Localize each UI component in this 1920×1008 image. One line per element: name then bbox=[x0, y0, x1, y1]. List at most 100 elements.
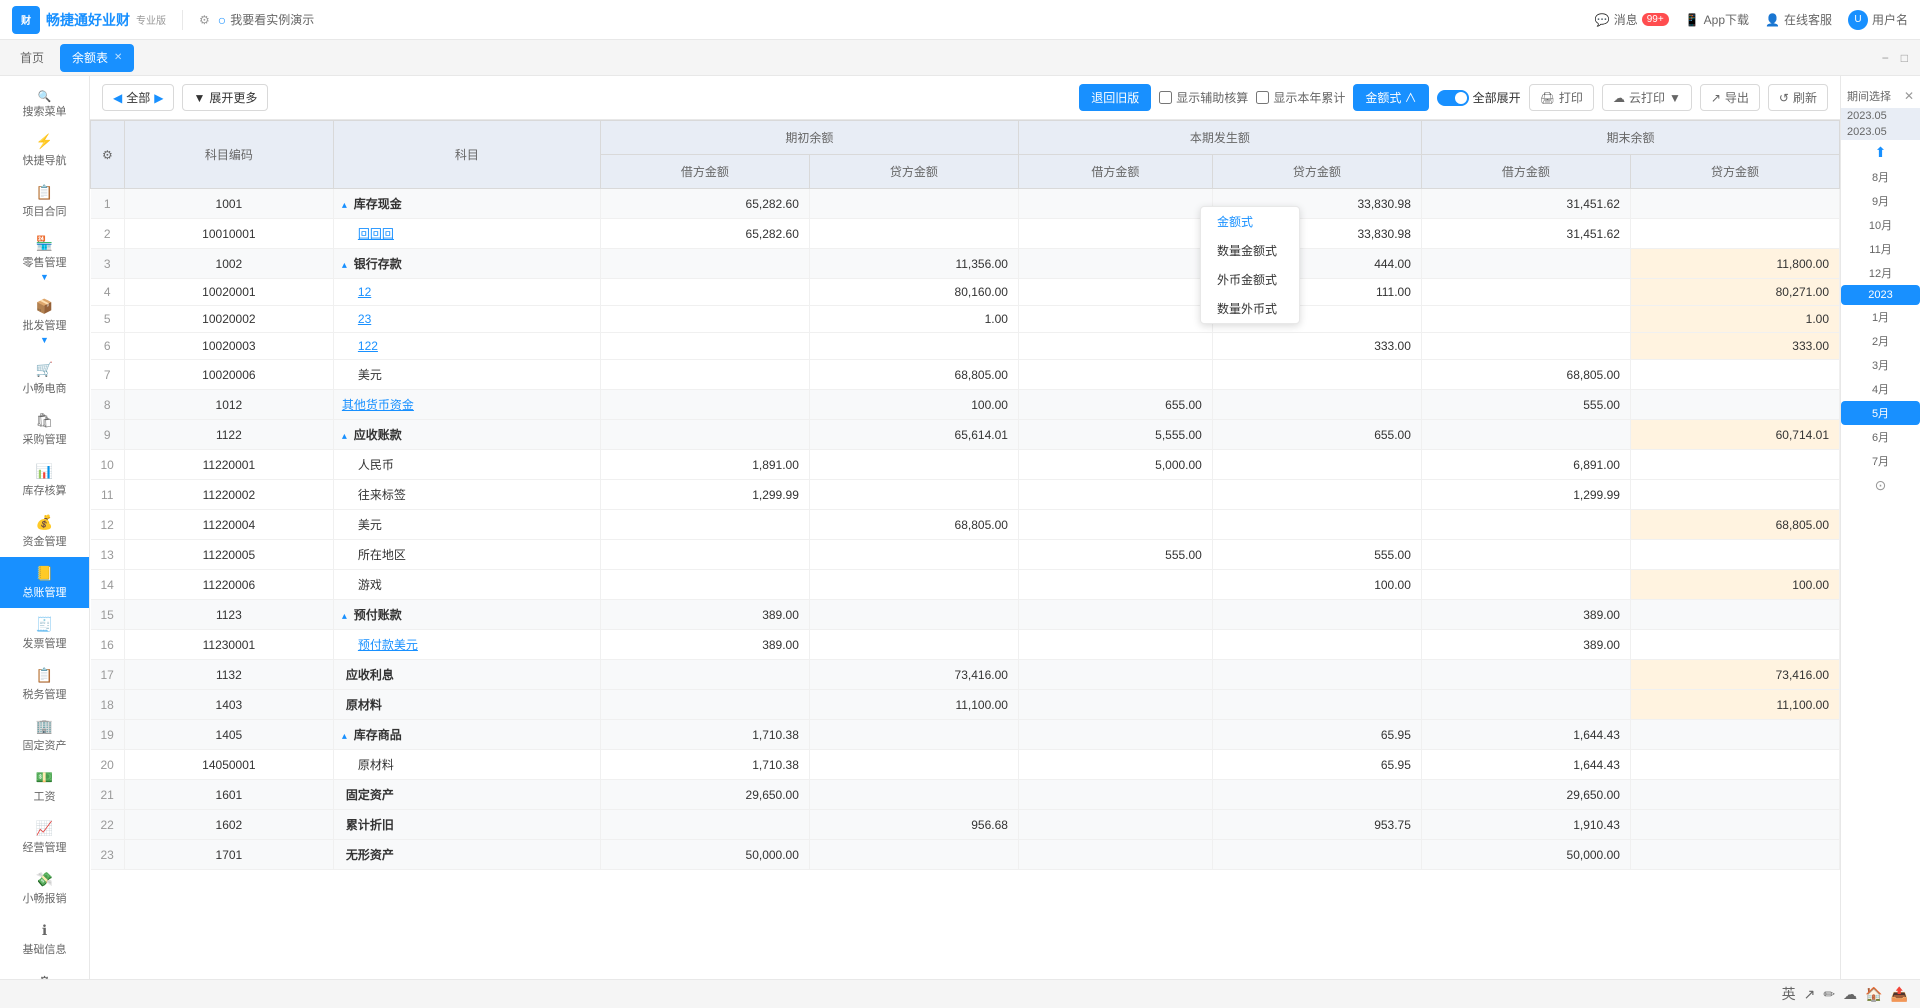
subject-name[interactable]: 122 bbox=[333, 333, 600, 360]
sidebar-item-retail[interactable]: 🏪 零售管理 ▼ bbox=[0, 227, 89, 290]
row-no: 5 bbox=[91, 306, 125, 333]
sidebar-item-basic-info[interactable]: ℹ 基础信息 bbox=[0, 914, 89, 965]
opening-credit-cell bbox=[809, 540, 1018, 570]
period-debit-cell bbox=[1018, 333, 1212, 360]
bottom-settings-icon[interactable]: ↗ bbox=[1804, 986, 1816, 1003]
dropdown-item-qty-amount[interactable]: 数量金额式 bbox=[1201, 236, 1299, 265]
subject-name: 美元 bbox=[333, 360, 600, 390]
period-debit-cell bbox=[1018, 600, 1212, 630]
subject-name[interactable]: 12 bbox=[333, 279, 600, 306]
subject-code: 10020002 bbox=[124, 306, 333, 333]
sidebar-item-label: 零售管理 bbox=[23, 254, 67, 270]
message-btn[interactable]: 💬 消息 99+ bbox=[1595, 11, 1669, 28]
bottom-share-icon[interactable]: 📤 bbox=[1891, 986, 1908, 1003]
print-btn[interactable]: 🖨 打印 bbox=[1529, 84, 1594, 111]
payroll-icon: 💵 bbox=[36, 769, 53, 786]
sidebar-item-system[interactable]: ⚙ 系统管理 bbox=[0, 965, 89, 979]
period-2023-05-first[interactable]: 2023.05 bbox=[1841, 108, 1920, 124]
sidebar-item-invoice[interactable]: 🧾 发票管理 bbox=[0, 608, 89, 659]
tab-minimize-btn[interactable]: − bbox=[1878, 47, 1893, 69]
table-row: 1611230001预付款美元389.00389.00 bbox=[91, 630, 1840, 660]
sidebar-item-tax[interactable]: 📋 税务管理 bbox=[0, 659, 89, 710]
tab-home-label: 首页 bbox=[20, 49, 44, 66]
sidebar-item-ecommerce[interactable]: 🛒 小畅电商 bbox=[0, 353, 89, 404]
sidebar-item-label: 固定资产 bbox=[23, 737, 67, 753]
sidebar-item-expense[interactable]: 💸 小畅报销 bbox=[0, 863, 89, 914]
period-1[interactable]: 1月 bbox=[1841, 305, 1920, 329]
dropdown-item-amount[interactable]: 金额式 bbox=[1201, 207, 1299, 236]
table-row: 510020002231.001.00 bbox=[91, 306, 1840, 333]
sidebar-item-ledger[interactable]: 📒 总账管理 bbox=[0, 557, 89, 608]
sidebar-item-quick-nav[interactable]: ⚡ 快捷导航 bbox=[0, 125, 89, 176]
annual-checkbox-input[interactable] bbox=[1256, 91, 1269, 104]
table-row: 171132应收利息73,416.0073,416.00 bbox=[91, 660, 1840, 690]
settings-col-header[interactable]: ⚙ bbox=[91, 121, 125, 189]
period-2023-year[interactable]: 2023 bbox=[1841, 285, 1920, 305]
user-btn[interactable]: U 用户名 bbox=[1848, 10, 1908, 30]
period-4[interactable]: 4月 bbox=[1841, 377, 1920, 401]
dropdown-item-qty-foreign[interactable]: 数量外币式 bbox=[1201, 294, 1299, 323]
right-panel-close-btn[interactable]: ✕ bbox=[1904, 89, 1914, 103]
expand-all-toggle[interactable]: 全部展开 bbox=[1437, 89, 1521, 106]
period-debit-cell bbox=[1018, 510, 1212, 540]
sidebar-search[interactable]: 🔍 搜索菜单 bbox=[5, 84, 85, 125]
period-7[interactable]: 7月 bbox=[1841, 449, 1920, 473]
period-11[interactable]: 11月 bbox=[1841, 237, 1920, 261]
export-icon: ↗ bbox=[1711, 91, 1721, 105]
period-2[interactable]: 2月 bbox=[1841, 329, 1920, 353]
sidebar-item-inventory[interactable]: 📊 库存核算 bbox=[0, 455, 89, 506]
subject-name[interactable]: 其他货币资金 bbox=[333, 390, 600, 420]
sidebar-item-fixed-assets[interactable]: 🏢 固定资产 bbox=[0, 710, 89, 761]
return-old-version-btn[interactable]: 退回旧版 bbox=[1079, 84, 1151, 111]
auxiliary-checkbox-input[interactable] bbox=[1159, 91, 1172, 104]
sidebar-item-management[interactable]: 📈 经营管理 bbox=[0, 812, 89, 863]
invoice-icon: 🧾 bbox=[36, 616, 53, 633]
period-6[interactable]: 6月 bbox=[1841, 425, 1920, 449]
sidebar-item-wholesale[interactable]: 📦 批发管理 ▼ bbox=[0, 290, 89, 353]
period-9[interactable]: 9月 bbox=[1841, 189, 1920, 213]
tab-balance-sheet[interactable]: 余额表 ✕ bbox=[60, 44, 134, 72]
online-service-btn[interactable]: 👤 在线客服 bbox=[1765, 11, 1832, 28]
expand-btn[interactable]: ▼ 展开更多 bbox=[182, 84, 268, 111]
app-download-btn[interactable]: 📱 App下载 bbox=[1685, 11, 1749, 28]
sidebar-item-purchase[interactable]: 🛍 采购管理 bbox=[0, 404, 89, 455]
sidebar-item-project[interactable]: 📋 项目合同 bbox=[0, 176, 89, 227]
period-debit-cell bbox=[1018, 306, 1212, 333]
period-3[interactable]: 3月 bbox=[1841, 353, 1920, 377]
tab-home[interactable]: 首页 bbox=[8, 44, 56, 72]
period-2023-05-second[interactable]: 2023.05 bbox=[1841, 124, 1920, 140]
row-no: 15 bbox=[91, 600, 125, 630]
bottom-cloud-icon[interactable]: ☁ bbox=[1843, 986, 1857, 1003]
settings-btn[interactable]: ⚙ bbox=[199, 13, 210, 27]
show-annual-checkbox[interactable]: 显示本年累计 bbox=[1256, 89, 1345, 106]
subject-name[interactable]: 回回回 bbox=[333, 219, 600, 249]
toggle-switch[interactable] bbox=[1437, 90, 1469, 106]
mode-dropdown-btn[interactable]: 金额式 ∧ bbox=[1353, 84, 1428, 111]
demo-btn[interactable]: ○ 我要看实例演示 bbox=[218, 11, 314, 28]
tab-expand-btn[interactable]: □ bbox=[1897, 47, 1912, 69]
sidebar-item-funds[interactable]: 💰 资金管理 bbox=[0, 506, 89, 557]
sidebar-item-payroll[interactable]: 💵 工资 bbox=[0, 761, 89, 812]
period-10[interactable]: 10月 bbox=[1841, 213, 1920, 237]
tab-close-icon[interactable]: ✕ bbox=[114, 52, 122, 63]
opening-credit-cell bbox=[809, 600, 1018, 630]
right-panel-collapse-btn[interactable]: ⊙ bbox=[1871, 473, 1891, 498]
bottom-home-icon[interactable]: 🏠 bbox=[1865, 986, 1882, 1003]
show-auxiliary-checkbox[interactable]: 显示辅助核算 bbox=[1159, 89, 1248, 106]
all-filter-btn[interactable]: ◀ 全部 ▶ bbox=[102, 84, 174, 111]
period-debit-cell bbox=[1018, 780, 1212, 810]
period-up-arrow[interactable]: ⬆ bbox=[1871, 140, 1891, 165]
refresh-btn[interactable]: ↺ 刷新 bbox=[1768, 84, 1828, 111]
subject-name[interactable]: 23 bbox=[333, 306, 600, 333]
period-5[interactable]: 5月 bbox=[1841, 401, 1920, 425]
period-8[interactable]: 8月 bbox=[1841, 165, 1920, 189]
dropdown-item-foreign-amount[interactable]: 外币金额式 bbox=[1201, 265, 1299, 294]
subject-name[interactable]: 预付款美元 bbox=[333, 630, 600, 660]
bottom-lang-btn[interactable]: 英 bbox=[1782, 984, 1796, 1004]
opening-debit-cell bbox=[600, 390, 809, 420]
cloud-print-btn[interactable]: ☁ 云打印 ▼ bbox=[1602, 84, 1692, 111]
period-credit-cell bbox=[1212, 840, 1421, 870]
export-btn[interactable]: ↗ 导出 bbox=[1700, 84, 1760, 111]
period-12[interactable]: 12月 bbox=[1841, 261, 1920, 285]
bottom-edit-icon[interactable]: ✏ bbox=[1823, 986, 1835, 1003]
